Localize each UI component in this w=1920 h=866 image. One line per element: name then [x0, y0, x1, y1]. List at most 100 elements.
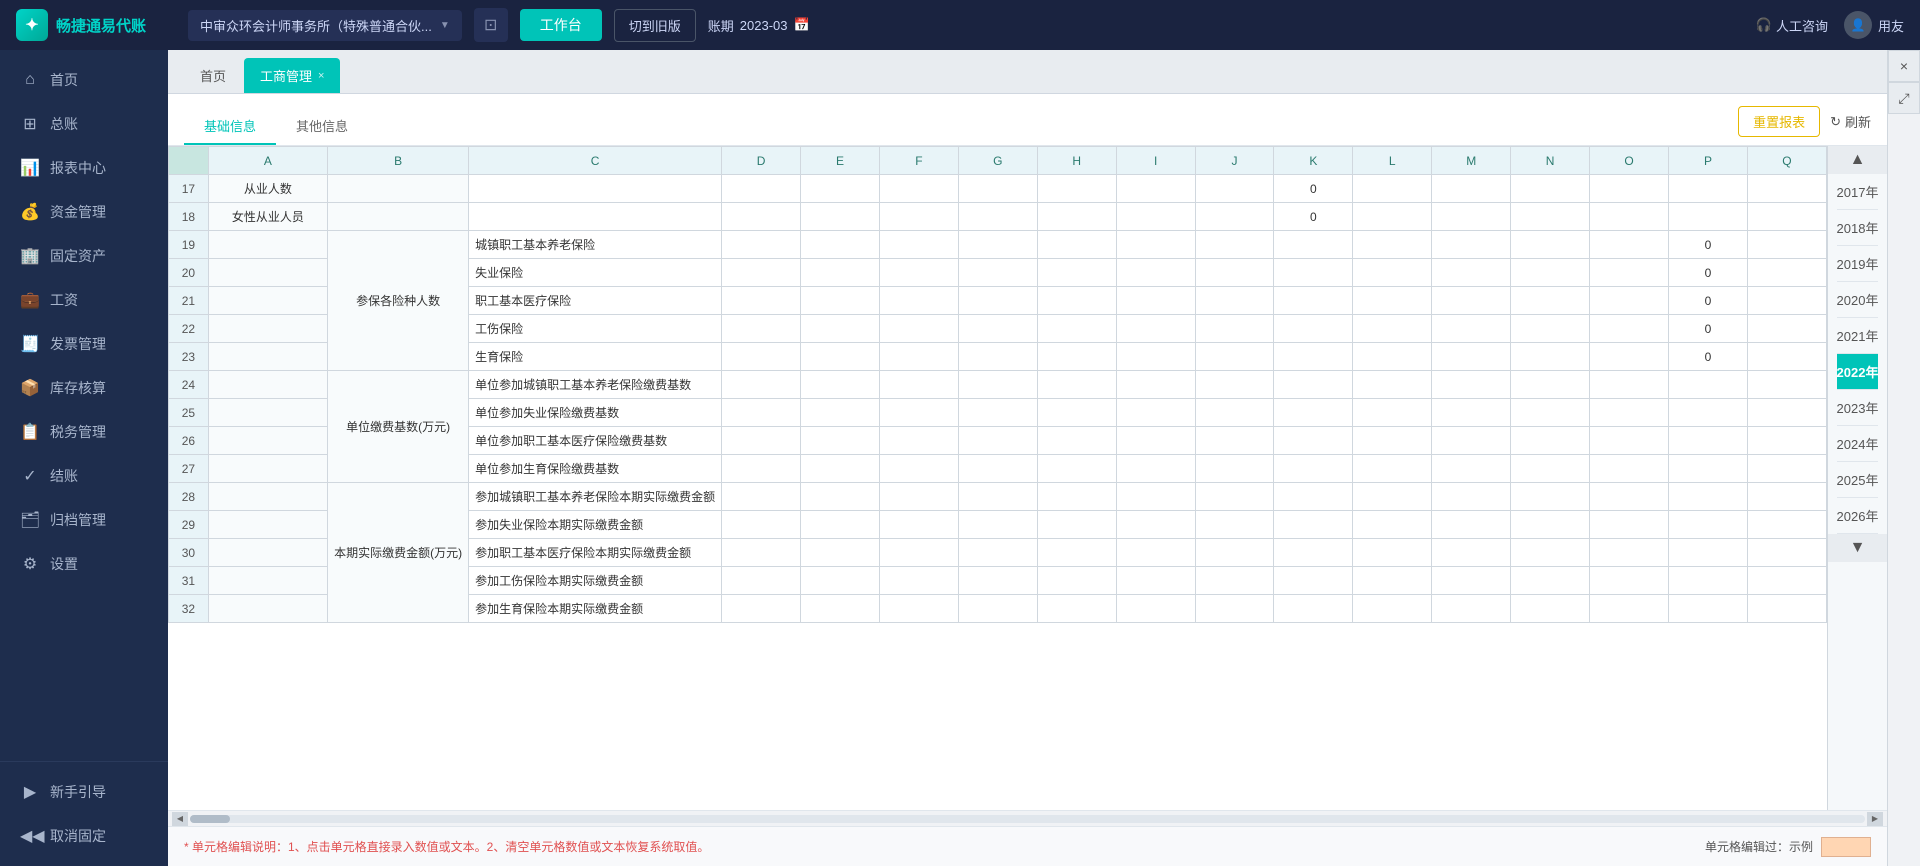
col-header-h[interactable]: H: [1037, 147, 1116, 175]
cell-col-h[interactable]: [1037, 399, 1116, 427]
cell-col-l[interactable]: [1353, 539, 1432, 567]
cell-col-d[interactable]: [722, 203, 801, 231]
cell-col-o[interactable]: [1590, 315, 1669, 343]
service-button[interactable]: 🎧 人工咨询: [1756, 16, 1828, 35]
cell-col-c[interactable]: 参加职工基本医疗保险本期实际缴费金额: [469, 539, 722, 567]
cell-col-d[interactable]: [722, 567, 801, 595]
cell-col-q[interactable]: [1747, 511, 1826, 539]
cell-col-q[interactable]: [1747, 455, 1826, 483]
calendar-icon[interactable]: 📅: [794, 17, 810, 33]
cell-col-f[interactable]: [879, 511, 958, 539]
cell-col-i[interactable]: [1116, 455, 1195, 483]
reset-report-button[interactable]: 重置报表: [1738, 106, 1820, 137]
cell-col-j[interactable]: [1195, 539, 1274, 567]
cell-col-l[interactable]: [1353, 175, 1432, 203]
sidebar-item-archive[interactable]: 🗂 归档管理: [0, 498, 168, 542]
sidebar-item-finance[interactable]: 💰 资金管理: [0, 190, 168, 234]
cell-col-j[interactable]: [1195, 203, 1274, 231]
cell-col-d[interactable]: [722, 371, 801, 399]
cell-col-e[interactable]: [801, 455, 880, 483]
col-header-q[interactable]: Q: [1747, 147, 1826, 175]
year-nav-down[interactable]: ▼: [1828, 534, 1887, 562]
cell-col-h[interactable]: [1037, 567, 1116, 595]
cell-col-c[interactable]: 参加工伤保险本期实际缴费金额: [469, 567, 722, 595]
cell-col-q[interactable]: [1747, 567, 1826, 595]
cell-col-p[interactable]: [1669, 511, 1748, 539]
cell-col-m[interactable]: [1432, 259, 1511, 287]
scroll-track[interactable]: [190, 815, 1865, 823]
cell-col-l[interactable]: [1353, 371, 1432, 399]
spreadsheet-container[interactable]: A B C D E F G H I J K L: [168, 146, 1827, 810]
cell-col-h[interactable]: [1037, 203, 1116, 231]
cell-col-f[interactable]: [879, 483, 958, 511]
col-header-f[interactable]: F: [879, 147, 958, 175]
cell-col-q[interactable]: [1747, 315, 1826, 343]
cell-col-p[interactable]: [1669, 539, 1748, 567]
cell-col-g[interactable]: [958, 203, 1037, 231]
cell-col-a[interactable]: [208, 259, 327, 287]
col-header-c[interactable]: C: [469, 147, 722, 175]
company-icon-btn[interactable]: ⊡: [474, 8, 508, 42]
cell-col-i[interactable]: [1116, 511, 1195, 539]
cell-col-f[interactable]: [879, 455, 958, 483]
cell-col-n[interactable]: [1511, 259, 1590, 287]
cell-col-p[interactable]: [1669, 371, 1748, 399]
cell-col-g[interactable]: [958, 231, 1037, 259]
cell-col-a[interactable]: [208, 595, 327, 623]
cell-col-j[interactable]: [1195, 567, 1274, 595]
year-item[interactable]: 2023年: [1837, 390, 1879, 426]
col-header-m[interactable]: M: [1432, 147, 1511, 175]
cell-col-m[interactable]: [1432, 511, 1511, 539]
cell-col-g[interactable]: [958, 343, 1037, 371]
cell-col-a[interactable]: [208, 371, 327, 399]
cell-col-n[interactable]: [1511, 371, 1590, 399]
cell-col-d[interactable]: [722, 595, 801, 623]
cell-col-l[interactable]: [1353, 287, 1432, 315]
cell-col-e[interactable]: [801, 595, 880, 623]
cell-col-a[interactable]: [208, 315, 327, 343]
tab-home[interactable]: 首页: [184, 58, 242, 93]
cell-col-k[interactable]: [1274, 259, 1353, 287]
sidebar-item-newguide[interactable]: ▶ 新手引导: [0, 770, 168, 814]
cell-col-l[interactable]: [1353, 567, 1432, 595]
cell-col-e[interactable]: [801, 259, 880, 287]
cell-col-n[interactable]: [1511, 511, 1590, 539]
cell-col-i[interactable]: [1116, 287, 1195, 315]
cell-col-p[interactable]: [1669, 567, 1748, 595]
col-header-p[interactable]: P: [1669, 147, 1748, 175]
cell-col-f[interactable]: [879, 203, 958, 231]
cell-col-c[interactable]: 生育保险: [469, 343, 722, 371]
scroll-right-btn[interactable]: ▶: [1867, 812, 1883, 826]
cell-col-n[interactable]: [1511, 399, 1590, 427]
cell-col-l[interactable]: [1353, 259, 1432, 287]
cell-col-p[interactable]: [1669, 483, 1748, 511]
cell-col-j[interactable]: [1195, 455, 1274, 483]
cell-col-h[interactable]: [1037, 231, 1116, 259]
cell-col-f[interactable]: [879, 595, 958, 623]
cell-col-c[interactable]: [469, 175, 722, 203]
cell-col-k[interactable]: 0: [1274, 203, 1353, 231]
cell-col-a[interactable]: [208, 343, 327, 371]
h-scrollbar[interactable]: ◀ ▶: [168, 810, 1887, 826]
cell-col-o[interactable]: [1590, 343, 1669, 371]
cell-col-d[interactable]: [722, 259, 801, 287]
cell-col-p[interactable]: 0: [1669, 231, 1748, 259]
cell-col-j[interactable]: [1195, 231, 1274, 259]
cell-col-i[interactable]: [1116, 539, 1195, 567]
year-item[interactable]: 2026年: [1837, 498, 1879, 534]
cell-col-a[interactable]: [208, 455, 327, 483]
cell-col-n[interactable]: [1511, 315, 1590, 343]
cell-col-d[interactable]: [722, 315, 801, 343]
cell-col-e[interactable]: [801, 539, 880, 567]
cell-col-f[interactable]: [879, 287, 958, 315]
cell-col-h[interactable]: [1037, 483, 1116, 511]
cell-col-o[interactable]: [1590, 259, 1669, 287]
cell-col-b[interactable]: 参保各险种人数: [328, 231, 469, 371]
cell-col-m[interactable]: [1432, 371, 1511, 399]
year-item[interactable]: 2025年: [1837, 462, 1879, 498]
cell-col-o[interactable]: [1590, 287, 1669, 315]
cell-col-k[interactable]: [1274, 567, 1353, 595]
cell-col-q[interactable]: [1747, 427, 1826, 455]
cell-col-g[interactable]: [958, 511, 1037, 539]
cell-col-k[interactable]: [1274, 511, 1353, 539]
